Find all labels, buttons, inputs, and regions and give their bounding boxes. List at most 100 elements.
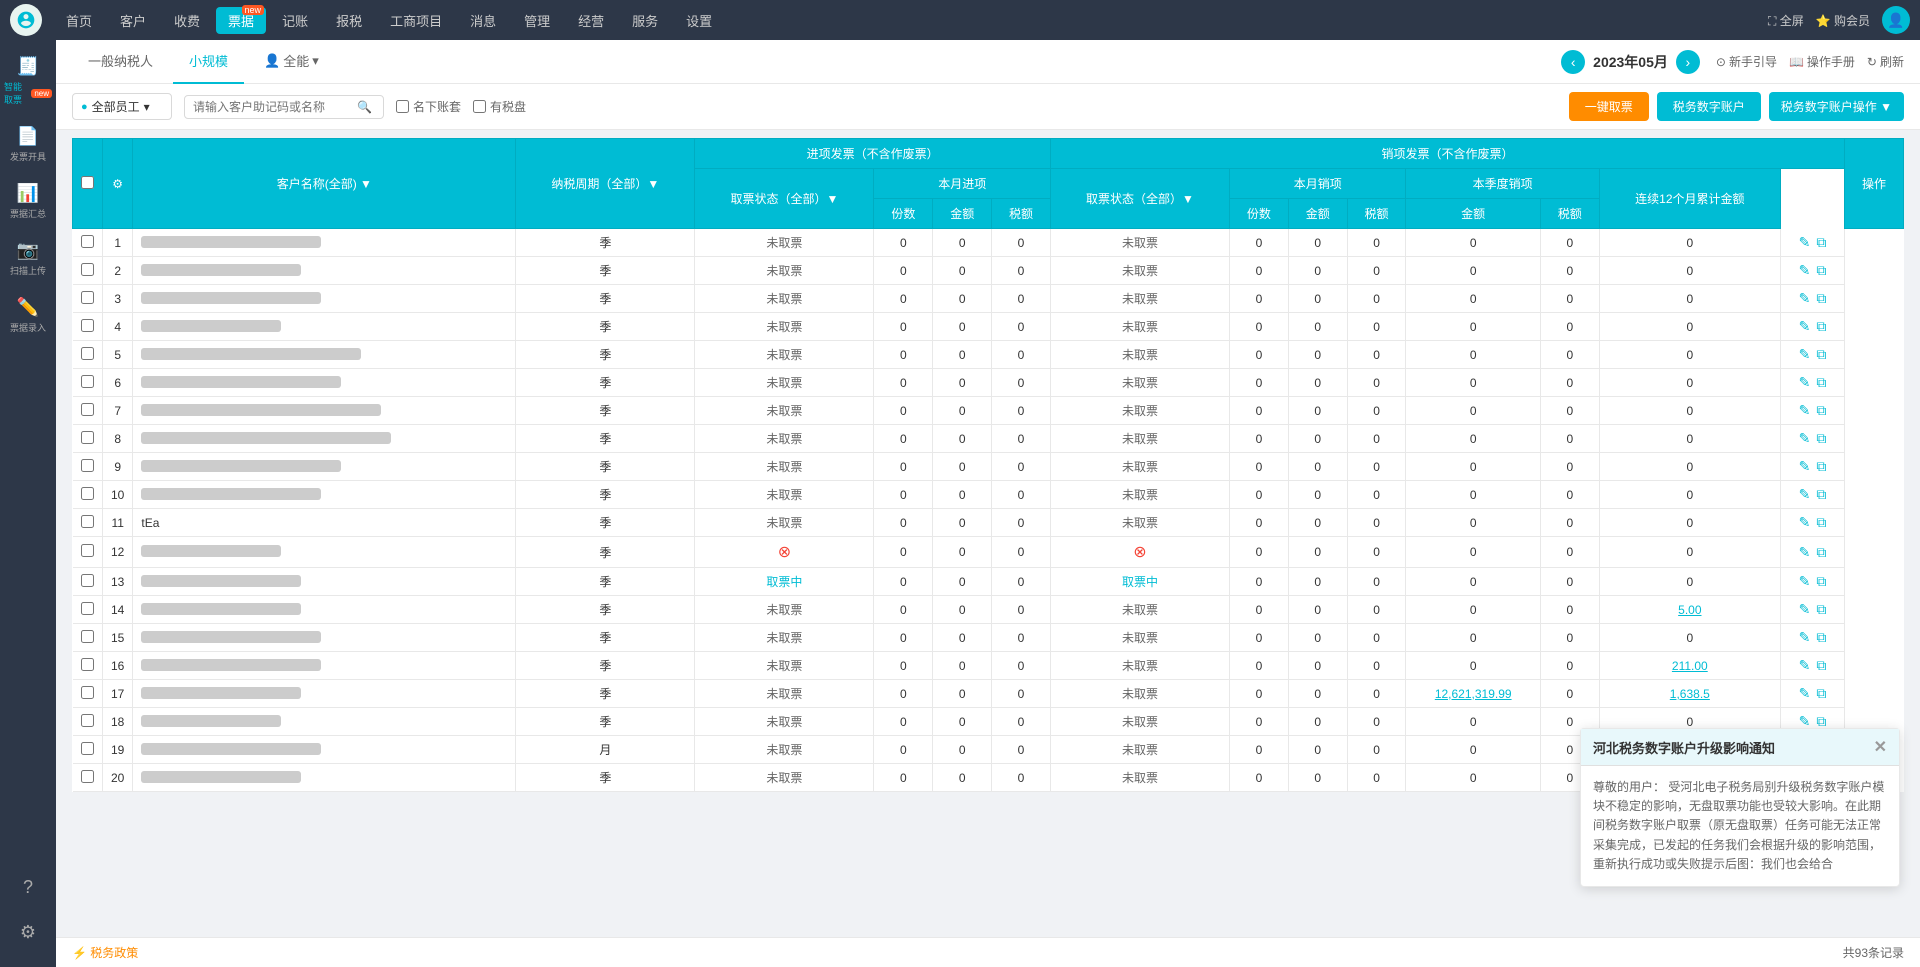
notif-close-btn[interactable]: ✕ bbox=[1874, 737, 1887, 757]
checkbox-bookkeeping[interactable]: 名下账套 bbox=[396, 98, 461, 115]
edit-icon[interactable]: ✎ bbox=[1799, 601, 1811, 618]
row-checkbox[interactable] bbox=[73, 369, 103, 397]
nav-service[interactable]: 服务 bbox=[620, 7, 670, 34]
nav-settings[interactable]: 设置 bbox=[674, 7, 724, 34]
edit-icon[interactable]: ✎ bbox=[1799, 458, 1811, 475]
row-q-amount[interactable]: 0 bbox=[1406, 568, 1540, 596]
row-q-amount[interactable]: 12,621,319.99 bbox=[1406, 680, 1540, 708]
row-q-amount[interactable]: 0 bbox=[1406, 229, 1540, 257]
row-acc-amount[interactable]: 0 bbox=[1599, 397, 1780, 425]
row-q-amount[interactable]: 0 bbox=[1406, 736, 1540, 764]
new-guide-btn[interactable]: ⊙ 新手引导 bbox=[1716, 53, 1777, 70]
row-q-amount[interactable]: 0 bbox=[1406, 509, 1540, 537]
row-name[interactable] bbox=[133, 680, 516, 708]
sidebar-item-issue[interactable]: 📄 发票开具 bbox=[0, 118, 56, 171]
row-checkbox[interactable] bbox=[73, 652, 103, 680]
row-acc-amount[interactable]: 0 bbox=[1599, 425, 1780, 453]
row-acc-amount[interactable]: 0 bbox=[1599, 229, 1780, 257]
edit-icon[interactable]: ✎ bbox=[1799, 374, 1811, 391]
row-q-amount[interactable]: 0 bbox=[1406, 425, 1540, 453]
nav-fee[interactable]: 收费 bbox=[162, 7, 212, 34]
row-acc-amount[interactable]: 0 bbox=[1599, 313, 1780, 341]
row-name[interactable] bbox=[133, 537, 516, 568]
row-name[interactable] bbox=[133, 425, 516, 453]
copy-icon[interactable]: ⧉ bbox=[1816, 318, 1826, 335]
row-name[interactable] bbox=[133, 708, 516, 736]
nav-home[interactable]: 首页 bbox=[54, 7, 104, 34]
edit-icon[interactable]: ✎ bbox=[1799, 657, 1811, 674]
refresh-btn[interactable]: ↻ 刷新 bbox=[1867, 53, 1904, 70]
select-all-checkbox[interactable] bbox=[81, 176, 94, 189]
tab-small-scale[interactable]: 小规模 bbox=[173, 40, 244, 84]
row-name[interactable] bbox=[133, 397, 516, 425]
row-q-amount[interactable]: 0 bbox=[1406, 397, 1540, 425]
edit-icon[interactable]: ✎ bbox=[1799, 430, 1811, 447]
nav-tax[interactable]: 报税 bbox=[324, 7, 374, 34]
edit-icon[interactable]: ✎ bbox=[1799, 544, 1811, 561]
nav-operation[interactable]: 经营 bbox=[566, 7, 616, 34]
row-name[interactable] bbox=[133, 453, 516, 481]
edit-icon[interactable]: ✎ bbox=[1799, 573, 1811, 590]
copy-icon[interactable]: ⧉ bbox=[1816, 430, 1826, 447]
row-checkbox[interactable] bbox=[73, 537, 103, 568]
nav-business[interactable]: 工商项目 bbox=[378, 7, 454, 34]
copy-icon[interactable]: ⧉ bbox=[1816, 290, 1826, 307]
copy-icon[interactable]: ⧉ bbox=[1816, 234, 1826, 251]
edit-icon[interactable]: ✎ bbox=[1799, 685, 1811, 702]
row-checkbox[interactable] bbox=[73, 341, 103, 369]
copy-icon[interactable]: ⧉ bbox=[1816, 514, 1826, 531]
staff-select[interactable]: ● 全部员工 ▾ bbox=[72, 93, 172, 120]
row-name[interactable] bbox=[133, 596, 516, 624]
row-q-amount[interactable]: 0 bbox=[1406, 596, 1540, 624]
row-checkbox[interactable] bbox=[73, 708, 103, 736]
row-name[interactable] bbox=[133, 229, 516, 257]
copy-icon[interactable]: ⧉ bbox=[1816, 657, 1826, 674]
row-checkbox[interactable] bbox=[73, 313, 103, 341]
copy-icon[interactable]: ⧉ bbox=[1816, 685, 1826, 702]
copy-icon[interactable]: ⧉ bbox=[1816, 346, 1826, 363]
row-acc-amount[interactable]: 0 bbox=[1599, 369, 1780, 397]
row-name[interactable] bbox=[133, 736, 516, 764]
edit-icon[interactable]: ✎ bbox=[1799, 234, 1811, 251]
row-acc-amount[interactable]: 0 bbox=[1599, 624, 1780, 652]
row-name[interactable] bbox=[133, 568, 516, 596]
edit-icon[interactable]: ✎ bbox=[1799, 290, 1811, 307]
row-name[interactable] bbox=[133, 652, 516, 680]
row-name[interactable]: tEa bbox=[133, 509, 516, 537]
sidebar-help-icon[interactable]: ? bbox=[15, 869, 41, 906]
user-avatar[interactable]: 👤 bbox=[1882, 6, 1910, 34]
row-acc-amount[interactable]: 5.00 bbox=[1599, 596, 1780, 624]
row-acc-amount[interactable]: 0 bbox=[1599, 285, 1780, 313]
edit-icon[interactable]: ✎ bbox=[1799, 346, 1811, 363]
copy-icon[interactable]: ⧉ bbox=[1816, 601, 1826, 618]
search-icon[interactable]: 🔍 bbox=[357, 100, 372, 114]
edit-icon[interactable]: ✎ bbox=[1799, 629, 1811, 646]
row-checkbox[interactable] bbox=[73, 257, 103, 285]
edit-icon[interactable]: ✎ bbox=[1799, 318, 1811, 335]
row-acc-amount[interactable]: 0 bbox=[1599, 568, 1780, 596]
row-checkbox[interactable] bbox=[73, 568, 103, 596]
row-q-amount[interactable]: 0 bbox=[1406, 313, 1540, 341]
tax-account-op-btn[interactable]: 税务数字账户操作 ▼ bbox=[1769, 92, 1904, 121]
row-checkbox[interactable] bbox=[73, 509, 103, 537]
one-click-fetch-btn[interactable]: 一键取票 bbox=[1569, 92, 1649, 121]
row-q-amount[interactable]: 0 bbox=[1406, 285, 1540, 313]
checkbox-bookkeeping-input[interactable] bbox=[396, 100, 409, 113]
row-name[interactable] bbox=[133, 257, 516, 285]
row-checkbox[interactable] bbox=[73, 453, 103, 481]
row-acc-amount[interactable]: 0 bbox=[1599, 257, 1780, 285]
sidebar-item-smart-invoice[interactable]: 🧾 智能取票 new bbox=[0, 48, 56, 114]
nav-message[interactable]: 消息 bbox=[458, 7, 508, 34]
row-acc-amount[interactable]: 211.00 bbox=[1599, 652, 1780, 680]
row-q-amount[interactable]: 0 bbox=[1406, 624, 1540, 652]
prev-month-btn[interactable]: ‹ bbox=[1561, 50, 1585, 74]
row-checkbox[interactable] bbox=[73, 481, 103, 509]
row-acc-amount[interactable]: 1,638.5 bbox=[1599, 680, 1780, 708]
nav-invoice[interactable]: 票据 new bbox=[216, 7, 266, 34]
row-checkbox[interactable] bbox=[73, 596, 103, 624]
row-name[interactable] bbox=[133, 341, 516, 369]
row-checkbox[interactable] bbox=[73, 764, 103, 792]
checkbox-taxdisk[interactable]: 有税盘 bbox=[473, 98, 526, 115]
row-acc-amount[interactable]: 0 bbox=[1599, 453, 1780, 481]
row-acc-amount[interactable]: 0 bbox=[1599, 341, 1780, 369]
